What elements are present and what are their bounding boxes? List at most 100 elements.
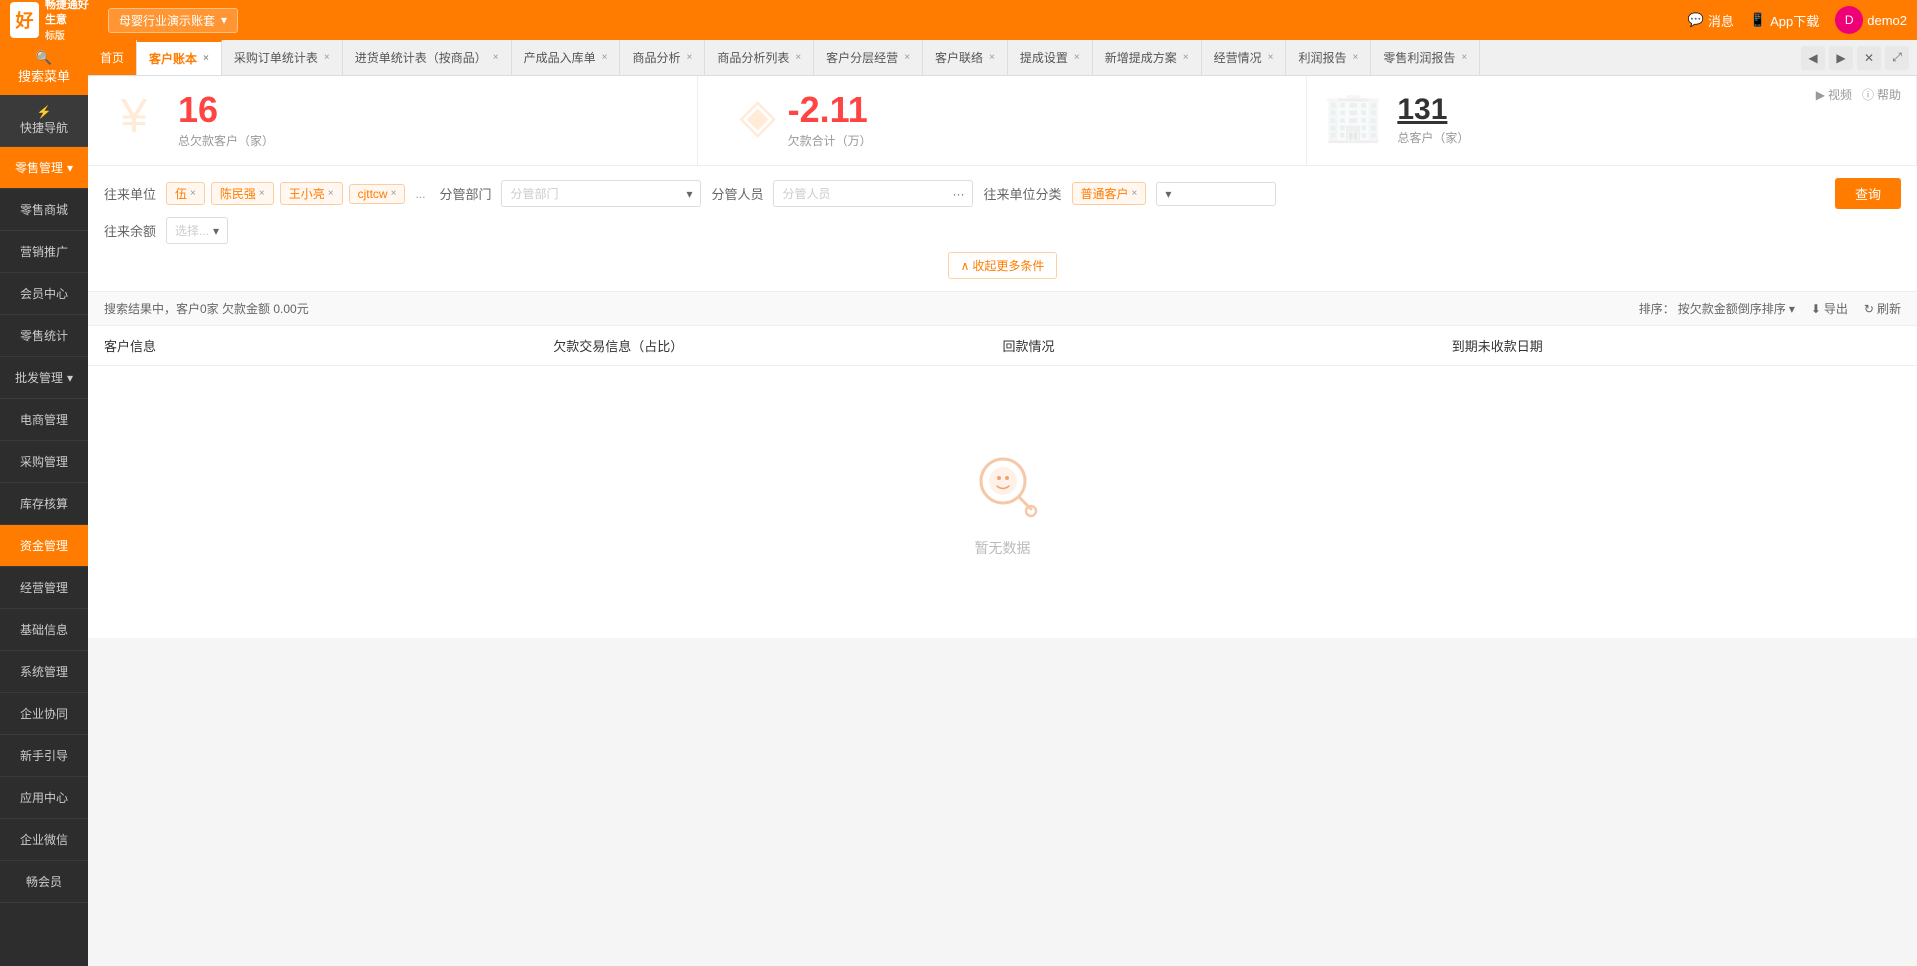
tab-close-icon-11[interactable]: × [1268,52,1274,63]
tab-close-icon-7[interactable]: × [904,52,910,63]
sidebar-item-member[interactable]: 会员中心 [0,273,88,315]
tab-close-icon-12[interactable]: × [1352,52,1358,63]
retail-label: 零售管理 [15,159,63,176]
account-book-label: 客户账本 [149,50,197,67]
tab-product-in[interactable]: 产成品入库单 × [512,40,621,76]
tab-purchase-order[interactable]: 采购订单统计表 × [222,40,343,76]
help-icon: ⓘ [1862,86,1874,103]
result-summary: 搜索结果中，客户0家 欠款金额 0.00元 [104,300,309,317]
tab-close-all-btn[interactable]: ✕ [1857,46,1881,70]
manager-select[interactable]: 分管人员 ··· [773,180,973,207]
stat-value-debt: -2.11 [788,92,872,128]
filter-tag-normal[interactable]: 普通客户 × [1072,182,1147,205]
tab-close-icon-8[interactable]: × [989,52,995,63]
tab-close-icon-2[interactable]: × [324,52,330,63]
tab-close-icon[interactable]: × [203,53,209,64]
tab-customer-layer[interactable]: 客户分层经营 × [814,40,923,76]
filter-tag-wu[interactable]: 伍 × [166,182,205,205]
help-btn[interactable]: ⓘ 帮助 [1862,86,1901,103]
sidebar-item-retailstat[interactable]: 零售统计 [0,315,88,357]
sidebar-item-ecommerce[interactable]: 电商管理 [0,399,88,441]
expand-icon: ▾ [67,161,73,175]
sort-label: 排序： 按欠款金额倒序排序 ▾ [1639,300,1795,317]
col-debt-info: 欠款交易信息（占比） [553,336,1002,355]
tab-commission-settings[interactable]: 提成设置 × [1008,40,1093,76]
sidebar-item-finance[interactable]: 资金管理 [0,525,88,567]
col-customer-info: 客户信息 [104,336,553,355]
remove-tag-wang-icon[interactable]: × [328,188,334,199]
tab-customer-contact[interactable]: 客户联络 × [923,40,1008,76]
sidebar-item-purchase[interactable]: 采购管理 [0,441,88,483]
filter-tag-chen[interactable]: 陈民强 × [211,182,274,205]
tab-new-commission[interactable]: 新增提成方案 × [1093,40,1202,76]
sidebar-item-system[interactable]: 系统管理 [0,651,88,693]
sidebar-item-wechat[interactable]: 企业微信 [0,819,88,861]
tab-goods-analysis-list[interactable]: 商品分析列表 × [705,40,814,76]
tab-close-icon-5[interactable]: × [686,52,692,63]
remove-tag-wu-icon[interactable]: × [190,188,196,199]
tab-home[interactable]: 首页 [88,40,137,76]
filter-tag-cjttcw[interactable]: cjttcw × [349,184,406,204]
sidebar-item-basic[interactable]: 基础信息 [0,609,88,651]
filter-more-btn[interactable]: ... [411,185,429,203]
sidebar-item-vip[interactable]: 畅会员 [0,861,88,903]
balance-select[interactable]: 选择... ▾ [166,217,228,244]
tab-prev-btn[interactable]: ◀ [1801,46,1825,70]
tab-goods-stat[interactable]: 进货单统计表（按商品） × [343,40,512,76]
col-repayment: 回款情况 [1003,336,1452,355]
sidebar-item-wholesale[interactable]: 批发管理 ▾ [0,357,88,399]
avatar: D [1835,6,1863,34]
stat-info-debt: -2.11 欠款合计（万） [788,92,872,149]
tab-account-book[interactable]: 客户账本 × [137,40,222,76]
filter-tag-wang[interactable]: 王小亮 × [280,182,343,205]
dept-select[interactable]: 分管部门 ▾ [501,180,701,207]
remove-tag-normal-icon[interactable]: × [1132,188,1138,199]
balance-filter-label: 往来余额 [104,221,156,240]
video-help-btn[interactable]: ▶ 视频 [1816,86,1852,103]
remove-tag-cjttcw-icon[interactable]: × [391,188,397,199]
sidebar-item-collab[interactable]: 企业协同 [0,693,88,735]
refresh-btn[interactable]: ↻ 刷新 [1864,300,1901,317]
collapse-btn[interactable]: ∧ 收起更多条件 [948,252,1058,279]
sidebar-item-retailshop[interactable]: 零售商城 [0,189,88,231]
tab-close-icon-4[interactable]: × [602,52,608,63]
sidebar-item-inventory[interactable]: 库存核算 [0,483,88,525]
sidebar-item-retail[interactable]: 零售管理 ▾ [0,147,88,189]
logo[interactable]: 好 畅捷通好生意 标版 [10,0,98,42]
sort-option[interactable]: 按欠款金额倒序排序 [1678,300,1786,317]
chevron-up-icon: ∧ [961,259,970,273]
remove-tag-chen-icon[interactable]: × [259,188,265,199]
category-select-dropdown[interactable]: ▾ [1156,182,1276,206]
page-help: ▶ 视频 ⓘ 帮助 [1816,86,1901,103]
query-button[interactable]: 查询 [1835,178,1901,209]
message-btn[interactable]: 💬 消息 [1688,11,1734,30]
tab-close-icon-9[interactable]: × [1074,52,1080,63]
export-btn[interactable]: ⬇ 导出 [1811,300,1848,317]
tab-business-status[interactable]: 经营情况 × [1202,40,1287,76]
sidebar-item-operations[interactable]: 经营管理 [0,567,88,609]
col-due-date: 到期未收款日期 [1452,336,1901,355]
sidebar-item-quicknav[interactable]: ⚡ 快捷导航 [0,95,88,147]
tab-close-icon-3[interactable]: × [493,52,499,63]
tab-retail-profit[interactable]: 零售利润报告 × [1371,40,1480,76]
account-selector[interactable]: 母婴行业演示账套 [108,8,238,33]
stat-info-total: 131 总客户（家） [1397,95,1469,146]
tab-profit-report[interactable]: 利润报告 × [1286,40,1371,76]
sidebar-item-newguide[interactable]: 新手引导 [0,735,88,777]
tab-close-icon-10[interactable]: × [1183,52,1189,63]
tab-goods-analysis[interactable]: 商品分析 × [620,40,705,76]
app-download-btn[interactable]: 📱 App下载 [1750,11,1819,30]
yuan-icon: ¥ [104,86,164,146]
tab-maximize-btn[interactable]: ⤢ [1885,46,1909,70]
sidebar-item-appcenter[interactable]: 应用中心 [0,777,88,819]
sidebar-item-search[interactable]: 🔍 搜索菜单 [0,40,88,95]
tab-close-icon-13[interactable]: × [1461,52,1467,63]
stat-label-total: 总客户（家） [1397,129,1469,146]
page-content: ¥ 16 总欠款客户（家） ◈ -2.11 欠款合计（万） 🏢 [88,76,1917,966]
tab-close-icon-6[interactable]: × [795,52,801,63]
search-icon: 🔍 [0,50,88,66]
tab-next-btn[interactable]: ▶ [1829,46,1853,70]
logo-sub: 标版 [45,27,98,42]
sidebar-item-marketing[interactable]: 营销推广 [0,231,88,273]
user-avatar-btn[interactable]: D demo2 [1835,6,1907,34]
